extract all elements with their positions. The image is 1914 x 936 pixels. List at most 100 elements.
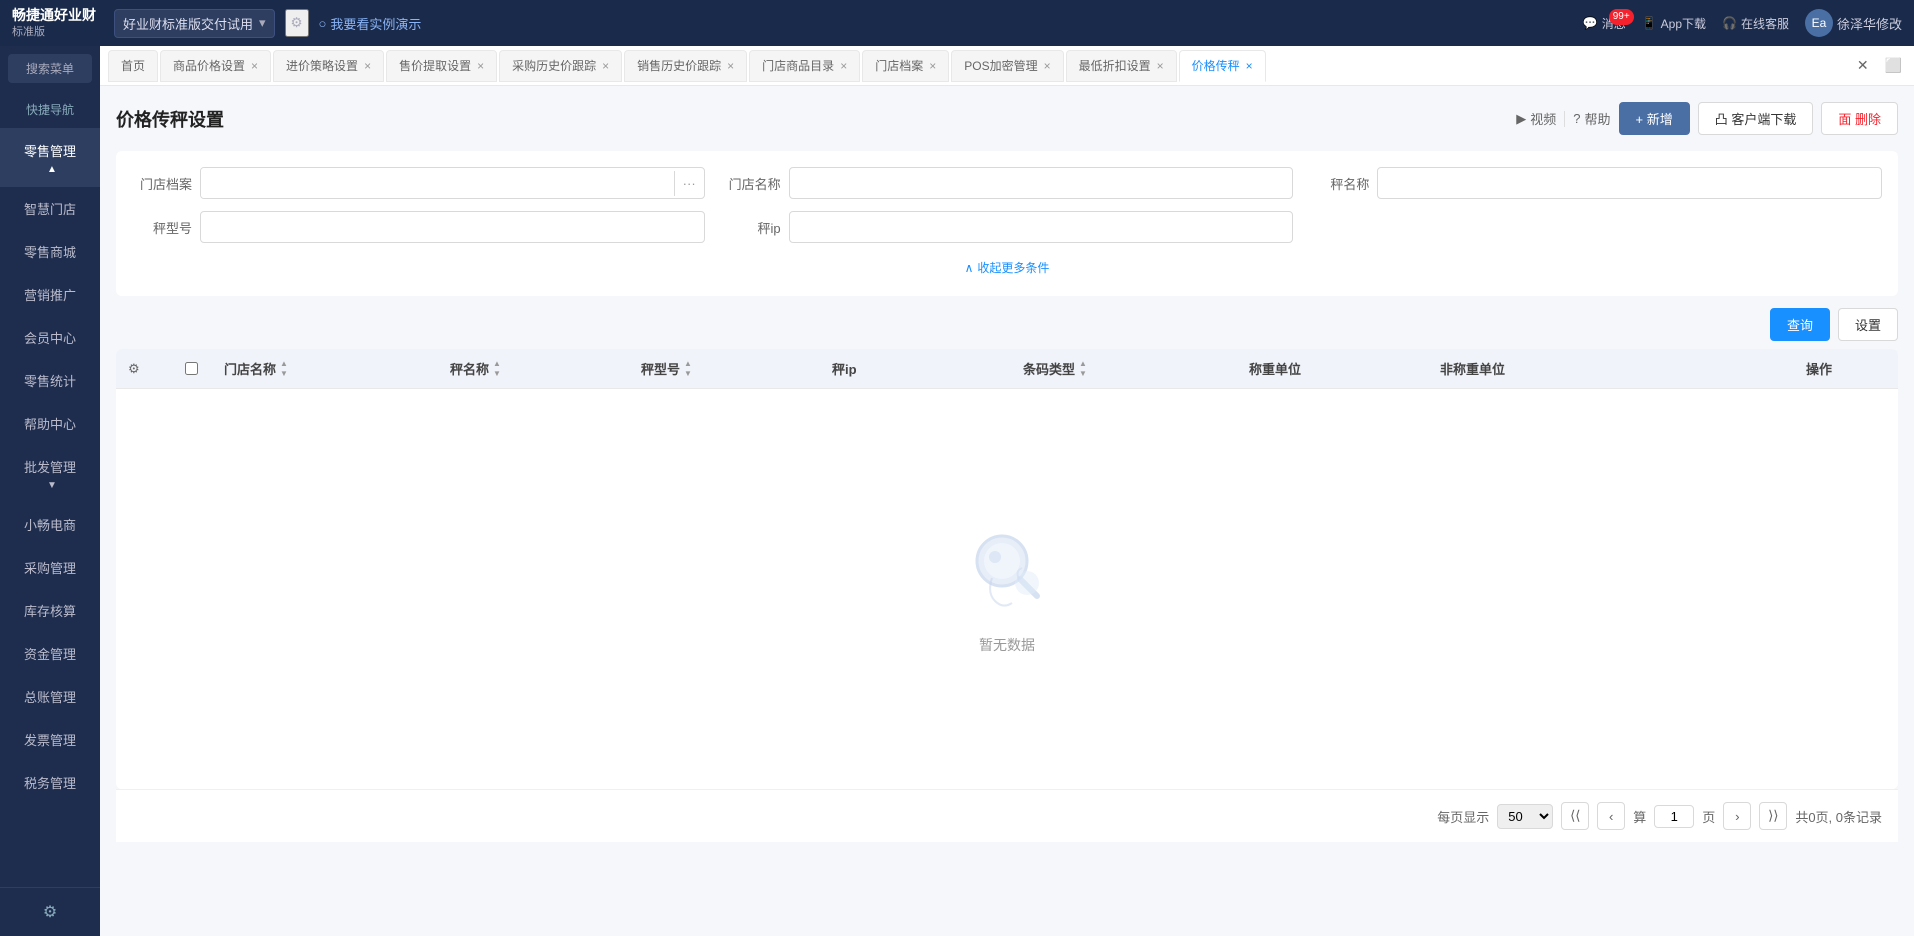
empty-text: 暂无数据 [979, 635, 1035, 655]
sidebar-item-invoice[interactable]: 发票管理 [0, 718, 100, 761]
sidebar-item-tax[interactable]: 税务管理 [0, 761, 100, 804]
page-size-select[interactable]: 50 10 20 100 [1497, 804, 1553, 829]
collapse-arrow-icon: ▲ [47, 164, 57, 175]
add-button[interactable]: + 新增 [1619, 102, 1690, 135]
scale-ip-label: 秤ip [721, 218, 781, 237]
sidebar-item-label: 营销推广 [24, 285, 76, 304]
sidebar-item-finance[interactable]: 资金管理 [0, 632, 100, 675]
app-download-button[interactable]: 📱 App下载 [1642, 15, 1706, 32]
sidebar-item-retail-management[interactable]: 零售管理 ▲ [0, 129, 100, 187]
tab-min-discount[interactable]: 最低折扣设置 × [1066, 50, 1177, 82]
page-number-input[interactable] [1654, 805, 1694, 828]
tab-close-window-button[interactable]: ✕ [1853, 53, 1873, 78]
tab-close-icon[interactable]: × [251, 59, 258, 73]
scale-model-input[interactable] [200, 211, 705, 243]
tab-price-extract[interactable]: 售价提取设置 × [386, 50, 497, 82]
tab-close-icon[interactable]: × [929, 59, 936, 73]
collapse-button[interactable]: ∧ 收起更多条件 [965, 259, 1050, 276]
tab-close-icon[interactable]: × [1044, 59, 1051, 73]
collapse-label: 收起更多条件 [977, 259, 1049, 276]
help-link[interactable]: ? 帮助 [1573, 109, 1610, 128]
store-name-label: 门店名称 [721, 174, 781, 193]
sidebar-item-retail-stats[interactable]: 零售统计 [0, 359, 100, 402]
tab-purchase-history[interactable]: 采购历史价跟踪 × [499, 50, 622, 82]
gear-icon-button[interactable]: ⚙ [285, 9, 309, 37]
page-content: 价格传秤设置 ▶ 视频 ? 帮助 + 新增 凸 客户端下载 面 [100, 86, 1914, 936]
tab-price-scale[interactable]: 价格传秤 × [1179, 50, 1266, 82]
sidebar-item-inventory[interactable]: 库存核算 [0, 589, 100, 632]
video-link[interactable]: ▶ 视频 [1516, 109, 1556, 128]
sidebar: 搜索菜单 快捷导航 零售管理 ▲ 智慧门店 零售商城 营销推广 [0, 46, 100, 936]
last-page-button[interactable]: ⟩⟩ [1759, 802, 1787, 830]
tab-sales-history[interactable]: 销售历史价跟踪 × [624, 50, 747, 82]
col-barcode-label: 条码类型 [1023, 359, 1075, 378]
sidebar-item-marketing[interactable]: 营销推广 [0, 273, 100, 316]
app-container: 畅捷通好业财 标准版 好业财标准版交付试用 ▾ ⚙ ○ 我要看实例演示 💬 消息… [0, 0, 1914, 936]
col-scale-ip-label: 秤ip [832, 359, 857, 378]
sidebar-item-purchase[interactable]: 采购管理 [0, 546, 100, 589]
messages-button[interactable]: 💬 消息 99+ [1583, 15, 1626, 32]
tab-close-icon[interactable]: × [477, 59, 484, 73]
col-operation-label: 操作 [1806, 359, 1832, 378]
tab-maximize-button[interactable]: ⬜ [1881, 53, 1906, 78]
sidebar-item-label: 零售统计 [24, 371, 76, 390]
sidebar-item-wholesale[interactable]: 批发管理 ▼ [0, 445, 100, 503]
tab-product-price[interactable]: 商品价格设置 × [160, 50, 271, 82]
top-right-area: 💬 消息 99+ 📱 App下载 🎧 在线客服 Ea 徐泽华修改 [1583, 9, 1902, 37]
tab-close-icon[interactable]: × [1157, 59, 1164, 73]
sort-arrows-barcode: ▲▼ [1079, 359, 1087, 378]
table-settings-icon-button[interactable]: ⚙ [116, 353, 166, 385]
tab-pos-encryption[interactable]: POS加密管理 × [951, 50, 1063, 82]
prev-page-button[interactable]: ‹ [1597, 802, 1625, 830]
tab-actions: ✕ ⬜ [1853, 53, 1906, 78]
logo-sub: 标准版 [12, 23, 45, 39]
first-page-button[interactable]: ⟨⟨ [1561, 802, 1589, 830]
tab-purchase-history-label: 采购历史价跟踪 [512, 57, 596, 74]
sidebar-item-ecommerce[interactable]: 小畅电商 [0, 503, 100, 546]
col-header-scale-ip: 秤ip [824, 349, 1015, 388]
tab-close-active-icon[interactable]: × [1246, 59, 1253, 73]
sidebar-item-label: 智慧门店 [24, 199, 76, 218]
settings-form-button[interactable]: 设置 [1838, 308, 1898, 341]
sidebar-item-smart-store[interactable]: 智慧门店 [0, 187, 100, 230]
tab-close-icon[interactable]: × [840, 59, 847, 73]
col-header-non-weight: 非称重单位 [1432, 349, 1798, 388]
delete-button[interactable]: 面 删除 [1821, 102, 1898, 135]
sidebar-item-label: 零售商城 [24, 242, 76, 261]
select-all-check[interactable] [185, 362, 198, 375]
sidebar-item-help-center[interactable]: 帮助中心 [0, 402, 100, 445]
quick-nav-button[interactable]: 快捷导航 [8, 95, 92, 124]
sidebar-item-member-center[interactable]: 会员中心 [0, 316, 100, 359]
tab-close-icon[interactable]: × [727, 59, 734, 73]
query-button[interactable]: 查询 [1770, 308, 1830, 341]
next-page-button[interactable]: › [1723, 802, 1751, 830]
page-header: 价格传秤设置 ▶ 视频 ? 帮助 + 新增 凸 客户端下载 面 [116, 102, 1898, 135]
tab-cost-strategy[interactable]: 进价策略设置 × [273, 50, 384, 82]
scale-name-input[interactable] [1377, 167, 1882, 199]
scale-ip-input[interactable] [789, 211, 1294, 243]
col-header-operation: 操作 [1798, 349, 1898, 388]
sidebar-item-general-ledger[interactable]: 总账管理 [0, 675, 100, 718]
store-archive-input[interactable] [201, 168, 674, 198]
demo-link[interactable]: ○ 我要看实例演示 [319, 14, 422, 33]
user-area[interactable]: Ea 徐泽华修改 [1805, 9, 1902, 37]
version-select[interactable]: 好业财标准版交付试用 ▾ [114, 9, 275, 38]
sidebar-settings-button[interactable]: ⚙ [37, 896, 63, 928]
search-menu-button[interactable]: 搜索菜单 [8, 54, 92, 83]
logo-area: 畅捷通好业财 标准版 [12, 7, 96, 40]
store-archive-ellipsis-button[interactable]: ··· [674, 171, 704, 196]
sidebar-item-label: 资金管理 [24, 644, 76, 663]
table-select-all-checkbox[interactable] [166, 354, 216, 383]
tab-close-icon[interactable]: × [364, 59, 371, 73]
tab-min-discount-label: 最低折扣设置 [1079, 57, 1151, 74]
sidebar-item-retail-mall[interactable]: 零售商城 [0, 230, 100, 273]
collapse-icon: ∧ [965, 261, 974, 275]
page-title: 价格传秤设置 [116, 106, 224, 132]
online-service-button[interactable]: 🎧 在线客服 [1722, 15, 1789, 32]
tab-store-archive[interactable]: 门店档案 × [862, 50, 949, 82]
tab-close-icon[interactable]: × [602, 59, 609, 73]
store-name-input[interactable] [789, 167, 1294, 199]
tab-store-catalog[interactable]: 门店商品目录 × [749, 50, 860, 82]
download-button[interactable]: 凸 客户端下载 [1698, 102, 1814, 135]
tab-home[interactable]: 首页 [108, 50, 158, 82]
